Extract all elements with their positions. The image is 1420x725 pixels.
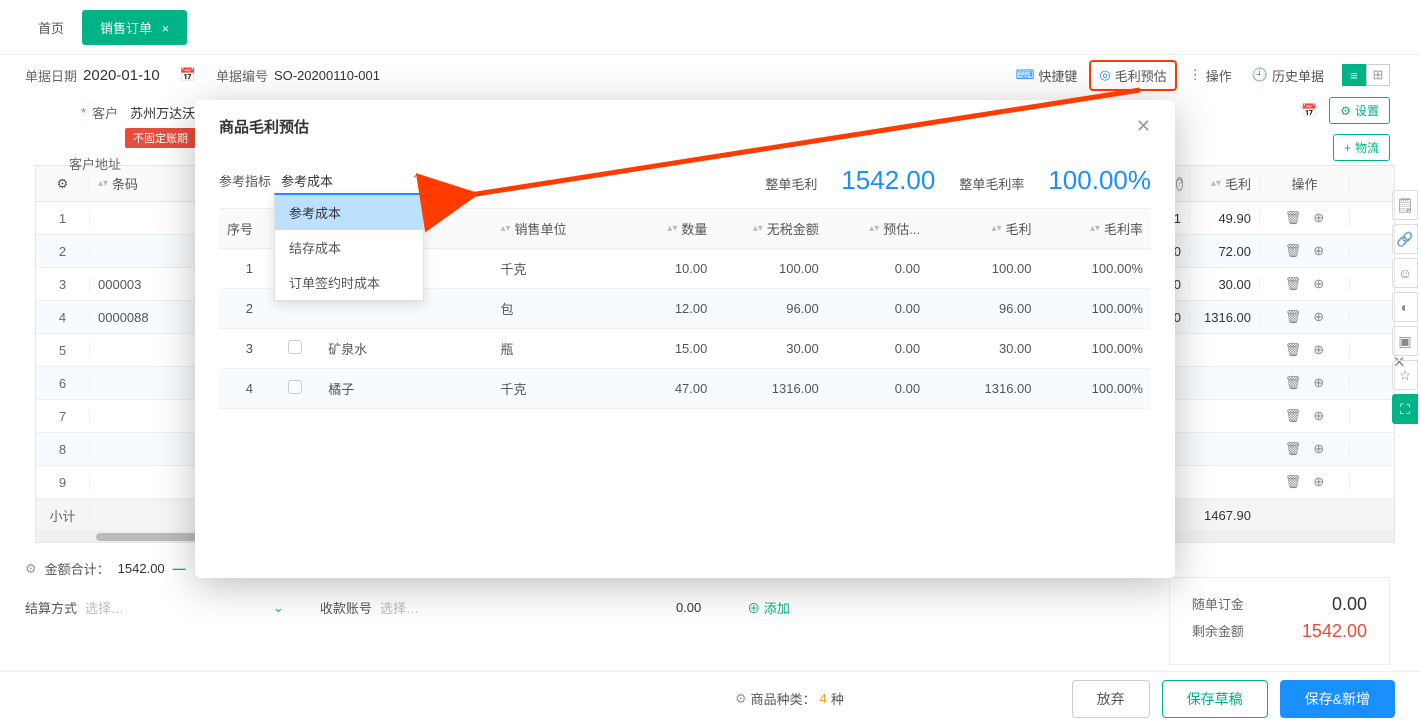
- col-gp-rate[interactable]: ▴▾毛利率: [1040, 209, 1152, 249]
- est-cell: 0.00: [827, 329, 928, 369]
- gp-cell: 1316.00: [928, 369, 1039, 409]
- qty-cell: 47.00: [614, 369, 715, 409]
- gp-cell: 100.00: [928, 249, 1039, 289]
- filter-label: 参考指标: [219, 171, 271, 190]
- col-qty[interactable]: ▴▾数量: [614, 209, 715, 249]
- row-index: 3: [219, 329, 280, 369]
- dd-option-reference-cost[interactable]: 参考成本: [275, 195, 423, 230]
- gross-profit-modal: 商品毛利预估 ✕ 参考指标 参考成本 ⌃ 参考成本 结存成本 订单签约时成本 整…: [195, 100, 1175, 578]
- col-est[interactable]: ▴▾预估...: [827, 209, 928, 249]
- rate-cell: 100.00%: [1040, 289, 1152, 329]
- gp-cell: 30.00: [928, 329, 1039, 369]
- cost-basis-dropdown: 参考成本 结存成本 订单签约时成本: [274, 193, 424, 301]
- col-amount[interactable]: ▴▾无税金额: [715, 209, 826, 249]
- product-name-cell: 矿泉水: [320, 329, 492, 369]
- row-index: 1: [219, 249, 280, 289]
- filter-value: 参考成本: [281, 171, 333, 190]
- amount-cell: 100.00: [715, 249, 826, 289]
- col-unit[interactable]: ▴▾销售单位: [493, 209, 615, 249]
- amount-cell: 96.00: [715, 289, 826, 329]
- gp-total-value: 1542.00: [841, 165, 935, 196]
- est-cell: 0.00: [827, 249, 928, 289]
- qty-cell: 12.00: [614, 289, 715, 329]
- row-checkbox[interactable]: [288, 340, 302, 354]
- amount-cell: 1316.00: [715, 369, 826, 409]
- row-index: 4: [219, 369, 280, 409]
- product-name-cell: 橘子: [320, 369, 492, 409]
- unit-cell: 包: [493, 289, 615, 329]
- chevron-up-icon: ⌃: [411, 172, 422, 188]
- unit-cell: 瓶: [493, 329, 615, 369]
- est-cell: 0.00: [827, 369, 928, 409]
- dd-option-contract-cost[interactable]: 订单签约时成本: [275, 265, 423, 300]
- gp-rate-value: 100.00%: [1048, 165, 1151, 196]
- dd-option-settlement-cost[interactable]: 结存成本: [275, 230, 423, 265]
- gp-rate-label: 整单毛利率: [959, 174, 1024, 193]
- unit-cell: 千克: [493, 249, 615, 289]
- row-checkbox[interactable]: [288, 380, 302, 394]
- qty-cell: 10.00: [614, 249, 715, 289]
- row-index: 2: [219, 289, 280, 329]
- col-gp[interactable]: ▴▾毛利: [928, 209, 1039, 249]
- unit-cell: 千克: [493, 369, 615, 409]
- gp-total-label: 整单毛利: [765, 174, 817, 193]
- qty-cell: 15.00: [614, 329, 715, 369]
- est-cell: 0.00: [827, 289, 928, 329]
- amount-cell: 30.00: [715, 329, 826, 369]
- cost-basis-select[interactable]: 参考成本 ⌃: [279, 167, 424, 195]
- col-idx[interactable]: 序号: [219, 209, 280, 249]
- gp-table-row[interactable]: 3矿泉水瓶15.0030.000.0030.00100.00%: [219, 329, 1151, 369]
- gp-table-row[interactable]: 4橘子千克47.001316.000.001316.00100.00%: [219, 369, 1151, 409]
- rate-cell: 100.00%: [1040, 329, 1152, 369]
- rate-cell: 100.00%: [1040, 249, 1152, 289]
- modal-title: 商品毛利预估: [219, 116, 309, 137]
- filter-row: 参考指标 参考成本 ⌃ 参考成本 结存成本 订单签约时成本 整单毛利 1542.…: [219, 165, 1151, 196]
- gp-cell: 96.00: [928, 289, 1039, 329]
- modal-close-icon[interactable]: ✕: [1136, 116, 1151, 137]
- rate-cell: 100.00%: [1040, 369, 1152, 409]
